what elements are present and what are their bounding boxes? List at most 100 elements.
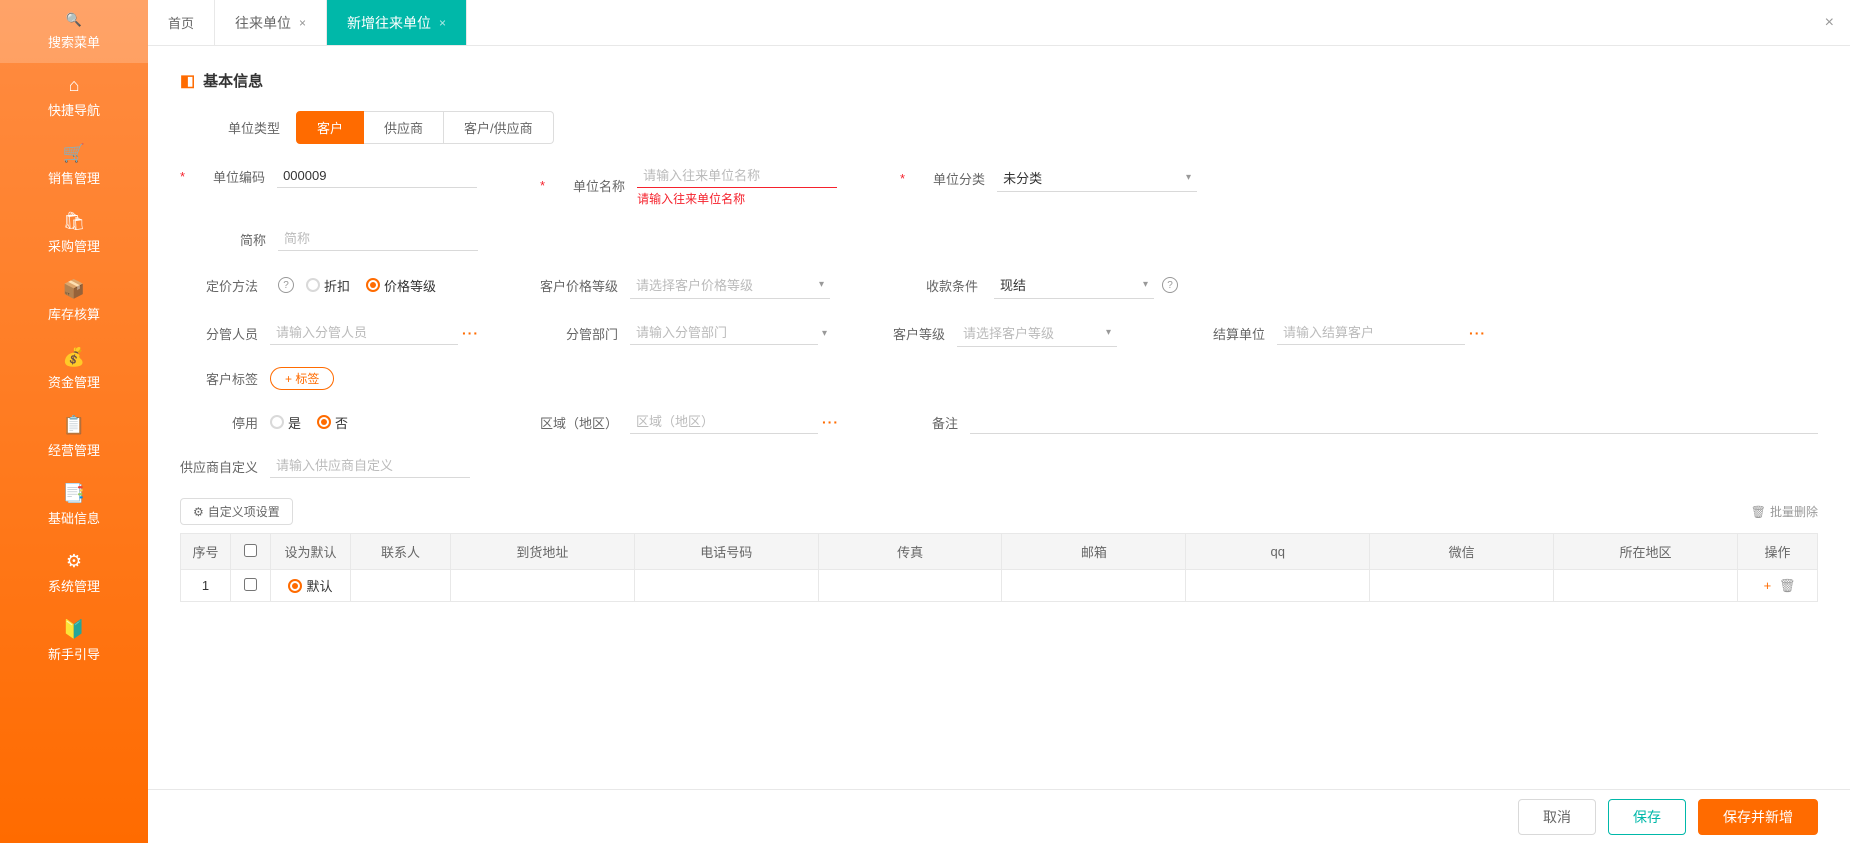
remark-label: 备注: [880, 413, 970, 432]
inventory-icon: 📦: [63, 279, 85, 300]
region-more-btn[interactable]: ···: [822, 414, 839, 430]
tab-new-partner-close[interactable]: ×: [439, 16, 446, 30]
row-select-checkbox[interactable]: [244, 578, 257, 591]
row-fax[interactable]: [818, 570, 1002, 602]
sidebar-item-sales[interactable]: 🛒 销售管理: [0, 131, 148, 199]
department-input[interactable]: [630, 321, 818, 345]
sidebar-operations-label: 经营管理: [48, 440, 100, 459]
sidebar-item-basic-info[interactable]: 📑 基础信息: [0, 471, 148, 539]
tab-new-partner[interactable]: 新增往来单位 ×: [327, 0, 467, 45]
customer-price-level-placeholder: 请选择客户价格等级: [636, 275, 753, 294]
row-add-btn[interactable]: +: [1764, 578, 1772, 593]
batch-delete-label: 批量删除: [1770, 503, 1818, 520]
row-address-input[interactable]: [461, 578, 624, 593]
col-num: 序号: [181, 534, 231, 570]
basic-info-icon: 📑: [63, 483, 85, 504]
guide-icon: 🔰: [63, 619, 85, 640]
form-section: 单位类型 客户 供应商 客户/供应商 * 单位编码: [180, 111, 1818, 602]
tab-new-partner-label: 新增往来单位: [347, 13, 431, 33]
unit-code-input[interactable]: [277, 164, 477, 188]
row-delete-btn[interactable]: 🗑: [1779, 578, 1796, 593]
save-button[interactable]: 保存: [1608, 799, 1686, 835]
sidebar-item-search[interactable]: 🔍 搜索菜单: [0, 0, 148, 63]
row-qq[interactable]: [1186, 570, 1370, 602]
row-contact-input[interactable]: [361, 578, 440, 593]
unit-type-supplier[interactable]: 供应商: [364, 111, 444, 144]
disabled-no-option[interactable]: 否: [317, 413, 348, 432]
unit-type-both[interactable]: 客户/供应商: [444, 111, 554, 144]
pricing-discount-option[interactable]: 折扣: [306, 276, 350, 295]
row-region-input[interactable]: [1564, 578, 1727, 593]
customer-price-level-chevron: ▾: [819, 279, 824, 290]
save-new-button[interactable]: 保存并新增: [1698, 799, 1818, 835]
payment-terms-chevron: ▾: [1143, 279, 1148, 290]
sidebar-item-quick-nav[interactable]: ⌂ 快捷导航: [0, 63, 148, 131]
settlement-unit-input[interactable]: [1277, 321, 1465, 345]
tab-home[interactable]: 首页: [148, 0, 215, 45]
region-input[interactable]: [630, 410, 818, 434]
batch-delete-btn[interactable]: 🗑 批量删除: [1751, 503, 1818, 520]
unit-type-customer[interactable]: 客户: [296, 111, 364, 144]
sidebar-item-guide[interactable]: 🔰 新手引导: [0, 607, 148, 675]
select-all-checkbox[interactable]: [244, 544, 257, 557]
manager-input[interactable]: [270, 321, 458, 345]
row-default-radio-item[interactable]: 默认: [281, 576, 340, 595]
customer-price-level-field: 客户价格等级 请选择客户价格等级 ▾: [540, 271, 860, 299]
sales-icon: 🛒: [63, 143, 85, 164]
disabled-no-radio: [317, 415, 331, 429]
customer-level-placeholder: 请选择客户等级: [963, 323, 1054, 342]
sidebar-item-operations[interactable]: 📋 经营管理: [0, 403, 148, 471]
row-default: 默认: [271, 570, 351, 602]
row-email-input[interactable]: [1012, 578, 1175, 593]
pricing-level-option[interactable]: 价格等级: [366, 276, 436, 295]
sidebar-guide-label: 新手引导: [48, 644, 100, 663]
payment-terms-select[interactable]: 现结 ▾: [994, 271, 1154, 299]
remark-input[interactable]: [970, 410, 1818, 434]
row-phone[interactable]: [634, 570, 818, 602]
row-contact[interactable]: [351, 570, 451, 602]
bottom-bar: 取消 保存 保存并新增: [148, 789, 1850, 843]
tab-partners-label: 往来单位: [235, 13, 291, 33]
tab-partners-close[interactable]: ×: [299, 16, 306, 30]
disabled-yes-label: 是: [288, 413, 301, 432]
col-region: 所在地区: [1554, 534, 1738, 570]
tab-partners[interactable]: 往来单位 ×: [215, 0, 327, 45]
unit-category-value: 未分类: [1003, 168, 1042, 187]
supplier-custom-input[interactable]: [270, 454, 470, 478]
custom-setting-btn[interactable]: ⚙ 自定义项设置: [180, 498, 293, 525]
disabled-no-label: 否: [335, 413, 348, 432]
pricing-method-hint[interactable]: ?: [278, 277, 294, 293]
payment-terms-hint[interactable]: ?: [1162, 277, 1178, 293]
row-wechat[interactable]: [1370, 570, 1554, 602]
unit-name-required: *: [540, 178, 545, 193]
search-icon: 🔍: [66, 12, 82, 28]
sidebar-item-purchase[interactable]: 🛍 采购管理: [0, 199, 148, 267]
customer-price-level-select[interactable]: 请选择客户价格等级 ▾: [630, 271, 830, 299]
row-region[interactable]: [1554, 570, 1738, 602]
sidebar-item-inventory[interactable]: 📦 库存核算: [0, 267, 148, 335]
sidebar-item-finance[interactable]: 💰 资金管理: [0, 335, 148, 403]
disabled-yes-option[interactable]: 是: [270, 413, 301, 432]
form-row-5: 客户标签 + 标签: [180, 367, 1818, 390]
unit-name-input[interactable]: [637, 164, 837, 188]
short-name-input[interactable]: [278, 227, 478, 251]
customer-level-select[interactable]: 请选择客户等级 ▾: [957, 319, 1117, 347]
settlement-unit-more-btn[interactable]: ···: [1469, 325, 1486, 341]
cancel-button[interactable]: 取消: [1518, 799, 1596, 835]
table-row: 1 默认: [181, 570, 1818, 602]
add-tag-btn[interactable]: + 标签: [270, 367, 334, 390]
unit-category-select[interactable]: 未分类 ▾: [997, 164, 1197, 192]
row-default-radio: [288, 579, 302, 593]
row-wechat-input[interactable]: [1380, 578, 1543, 593]
row-fax-input[interactable]: [829, 578, 992, 593]
row-phone-input[interactable]: [645, 578, 808, 593]
sidebar-item-system[interactable]: ⚙ 系统管理: [0, 539, 148, 607]
form-row-6: 停用 是 否: [180, 410, 1818, 434]
row-qq-input[interactable]: [1196, 578, 1359, 593]
row-email[interactable]: [1002, 570, 1186, 602]
close-all-tabs[interactable]: ×: [1825, 14, 1834, 32]
manager-more-btn[interactable]: ···: [462, 325, 479, 341]
sidebar-purchase-label: 采购管理: [48, 236, 100, 255]
row-address[interactable]: [451, 570, 635, 602]
section-icon: ◧: [180, 71, 195, 91]
